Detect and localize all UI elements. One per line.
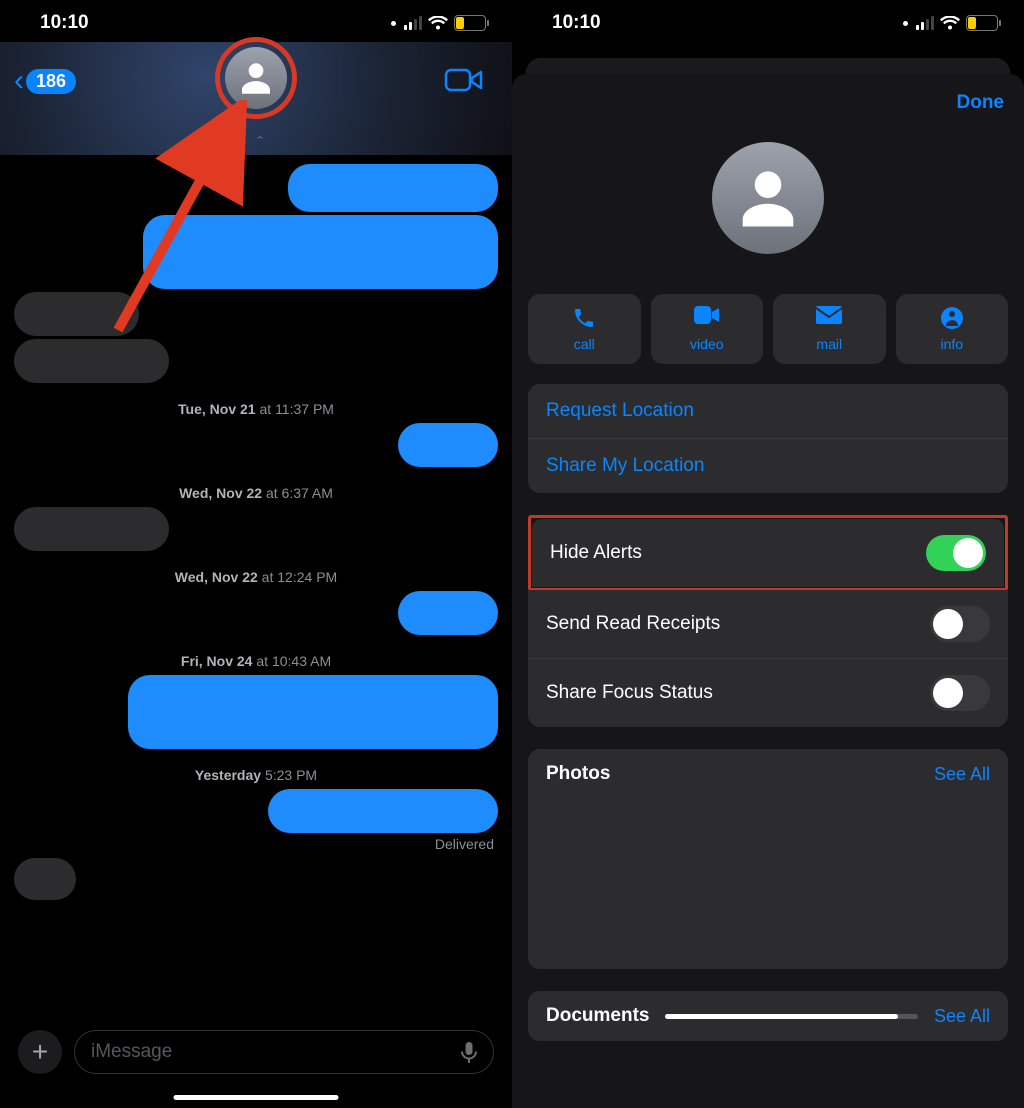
request-location[interactable]: Request Location bbox=[528, 384, 1008, 438]
signal-icon bbox=[404, 16, 422, 30]
microphone-icon[interactable] bbox=[461, 1041, 477, 1063]
sent-bubble[interactable] bbox=[288, 164, 498, 212]
wifi-icon bbox=[428, 16, 448, 31]
video-icon bbox=[444, 66, 484, 94]
sent-bubble[interactable] bbox=[268, 789, 498, 833]
focus-status-toggle[interactable] bbox=[930, 675, 990, 711]
delivered-label: Delivered bbox=[14, 836, 498, 852]
read-receipts-row[interactable]: Send Read Receipts bbox=[528, 590, 1008, 658]
contact-avatar[interactable] bbox=[225, 47, 287, 109]
home-indicator[interactable] bbox=[174, 1095, 339, 1100]
documents-see-all[interactable]: See All bbox=[934, 1006, 990, 1027]
hide-alerts-highlight: Hide Alerts bbox=[528, 515, 1008, 591]
contact-avatar-large[interactable] bbox=[712, 142, 824, 254]
battery-icon: 26 bbox=[966, 15, 998, 31]
quick-actions: call video mail info bbox=[528, 294, 1008, 364]
cell-dot-icon bbox=[903, 21, 908, 26]
sent-bubble[interactable] bbox=[128, 675, 498, 749]
received-bubble[interactable] bbox=[14, 858, 76, 900]
documents-title: Documents bbox=[546, 1005, 649, 1027]
call-button[interactable]: call bbox=[528, 294, 641, 364]
facetime-button[interactable] bbox=[444, 66, 484, 94]
documents-progress bbox=[665, 1014, 917, 1019]
focus-status-row[interactable]: Share Focus Status bbox=[528, 658, 1008, 727]
documents-section[interactable]: Documents See All bbox=[528, 991, 1008, 1041]
person-icon bbox=[235, 57, 277, 99]
person-icon bbox=[730, 160, 806, 236]
video-icon bbox=[655, 306, 760, 332]
status-bar: 10:10 26 bbox=[512, 0, 1024, 42]
mail-icon bbox=[777, 306, 882, 332]
read-receipts-label: Send Read Receipts bbox=[546, 613, 720, 635]
timestamp: Wed, Nov 22 at 12:24 PM bbox=[14, 569, 498, 585]
sent-bubble[interactable] bbox=[143, 215, 498, 289]
status-time: 10:10 bbox=[40, 12, 89, 34]
hide-alerts-label: Hide Alerts bbox=[550, 542, 642, 564]
hide-alerts-toggle[interactable] bbox=[926, 535, 986, 571]
video-label: video bbox=[690, 336, 723, 352]
info-icon bbox=[900, 306, 1005, 332]
phone-icon bbox=[532, 306, 637, 332]
input-placeholder: iMessage bbox=[91, 1041, 172, 1063]
conversation-header: ‹ 186 › bbox=[0, 42, 512, 155]
focus-status-label: Share Focus Status bbox=[546, 682, 713, 704]
info-label: info bbox=[940, 336, 963, 352]
status-time: 10:10 bbox=[552, 12, 601, 34]
read-receipts-toggle[interactable] bbox=[930, 606, 990, 642]
contact-avatar-highlight bbox=[215, 37, 297, 119]
location-group: Request Location Share My Location bbox=[528, 384, 1008, 493]
hide-alerts-row[interactable]: Hide Alerts bbox=[532, 519, 1004, 587]
sent-bubble[interactable] bbox=[398, 423, 498, 467]
add-button[interactable]: + bbox=[18, 1030, 62, 1074]
wifi-icon bbox=[940, 16, 960, 31]
toggles-group: Send Read Receipts Share Focus Status bbox=[528, 590, 1008, 727]
details-sheet: Done call video mail info Request L bbox=[512, 74, 1024, 1108]
message-input[interactable]: iMessage bbox=[74, 1030, 494, 1074]
timestamp: Yesterday 5:23 PM bbox=[14, 767, 498, 783]
plus-icon: + bbox=[32, 1036, 48, 1068]
messages-conversation-screen: 10:10 26 ‹ 186 bbox=[0, 0, 512, 1108]
unread-badge: 186 bbox=[26, 69, 76, 94]
timestamp: Tue, Nov 21 at 11:37 PM bbox=[14, 401, 498, 417]
info-button[interactable]: info bbox=[896, 294, 1009, 364]
timestamp: Wed, Nov 22 at 6:37 AM bbox=[14, 485, 498, 501]
done-button[interactable]: Done bbox=[957, 92, 1005, 114]
chevron-left-icon: ‹ bbox=[14, 66, 24, 96]
message-input-bar: + iMessage bbox=[0, 1030, 512, 1074]
photos-section[interactable]: Photos See All bbox=[528, 749, 1008, 969]
video-button[interactable]: video bbox=[651, 294, 764, 364]
message-list[interactable]: Tue, Nov 21 at 11:37 PM Wed, Nov 22 at 6… bbox=[0, 155, 512, 900]
battery-icon: 26 bbox=[454, 15, 486, 31]
timestamp: Fri, Nov 24 at 10:43 AM bbox=[14, 653, 498, 669]
contact-details-screen: 10:10 26 Done call video bbox=[512, 0, 1024, 1108]
contact-name-row[interactable]: › bbox=[0, 129, 512, 147]
chevron-right-icon: › bbox=[252, 136, 267, 139]
status-bar: 10:10 26 bbox=[0, 0, 512, 42]
signal-icon bbox=[916, 16, 934, 30]
call-label: call bbox=[574, 336, 595, 352]
back-button[interactable]: ‹ 186 bbox=[14, 66, 76, 96]
photos-see-all[interactable]: See All bbox=[934, 764, 990, 785]
mail-button[interactable]: mail bbox=[773, 294, 886, 364]
received-bubble[interactable] bbox=[14, 292, 139, 336]
mail-label: mail bbox=[816, 336, 842, 352]
received-bubble[interactable] bbox=[14, 507, 169, 551]
received-bubble[interactable] bbox=[14, 339, 169, 383]
sent-bubble[interactable] bbox=[398, 591, 498, 635]
cell-dot-icon bbox=[391, 21, 396, 26]
share-my-location[interactable]: Share My Location bbox=[528, 438, 1008, 493]
photos-title: Photos bbox=[546, 763, 610, 785]
